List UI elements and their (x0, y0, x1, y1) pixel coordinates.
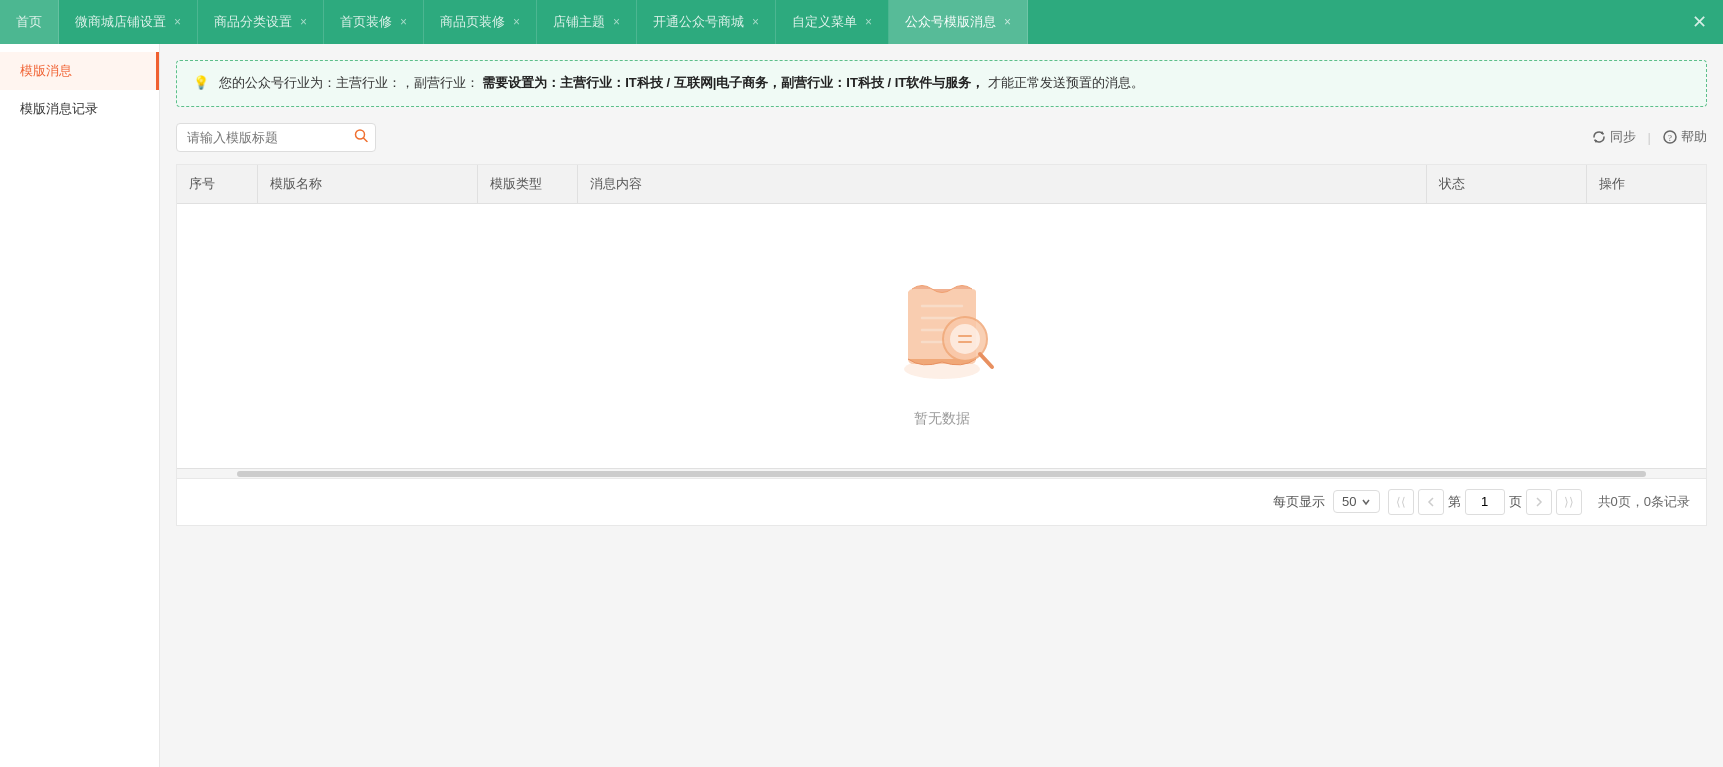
page-number-input[interactable] (1465, 489, 1505, 515)
notice-highlight: 需要设置为：主营行业：IT科技 / 互联网|电子商务，副营行业：IT科技 / I… (482, 75, 984, 90)
search-input-wrap (176, 123, 376, 152)
tab-close-icon[interactable]: × (865, 15, 872, 29)
page-size-label: 每页显示 (1273, 493, 1325, 511)
col-header-type: 模版类型 (477, 165, 577, 203)
chevron-left-icon (1427, 497, 1435, 507)
tab-close-icon[interactable]: × (1004, 15, 1011, 29)
tab-close-icon[interactable]: × (613, 15, 620, 29)
content-area: 💡 您的公众号行业为：主营行业：，副营行业： 需要设置为：主营行业：IT科技 /… (160, 44, 1723, 767)
tab-label: 首页装修 (340, 13, 392, 31)
tab-item-7[interactable]: 自定义菜单 × (776, 0, 889, 44)
svg-text:?: ? (1668, 133, 1672, 143)
tab-label: 商品页装修 (440, 13, 505, 31)
tab-item-8[interactable]: 公众号模版消息 × (889, 0, 1028, 44)
sidebar-item-1[interactable]: 模版消息记录 (0, 90, 159, 128)
tab-close-icon[interactable]: × (752, 15, 759, 29)
help-button[interactable]: ? 帮助 (1663, 128, 1707, 146)
page-prev-button[interactable] (1418, 489, 1444, 515)
search-left (176, 123, 376, 152)
scroll-thumb[interactable] (237, 471, 1646, 477)
pagination: 每页显示 50 ⟨⟨ 第 页 (177, 478, 1706, 525)
table-header: 序号 模版名称 模版类型 消息内容 状态 操作 (177, 165, 1706, 204)
page-size-select[interactable]: 50 (1333, 490, 1379, 513)
tab-label: 公众号模版消息 (905, 13, 996, 31)
tab-label: 店铺主题 (553, 13, 605, 31)
tab-label: 首页 (16, 13, 42, 31)
col-header-seq: 序号 (177, 165, 257, 203)
page-next-button[interactable] (1526, 489, 1552, 515)
notice-suffix: 才能正常发送预置的消息。 (988, 75, 1144, 90)
notice-box: 💡 您的公众号行业为：主营行业：，副营行业： 需要设置为：主营行业：IT科技 /… (176, 60, 1707, 107)
notice-icon: 💡 (193, 75, 209, 90)
sync-button[interactable]: 同步 (1592, 128, 1636, 146)
tab-bar: 首页微商城店铺设置×商品分类设置×首页装修×商品页装修×店铺主题×开通公众号商城… (0, 0, 1723, 44)
empty-text: 暂无数据 (914, 410, 970, 428)
tab-label: 开通公众号商城 (653, 13, 744, 31)
tab-item-1[interactable]: 微商城店铺设置 × (59, 0, 198, 44)
data-table: 序号 模版名称 模版类型 消息内容 状态 操作 (176, 164, 1707, 526)
tab-label: 商品分类设置 (214, 13, 292, 31)
tab-item-0[interactable]: 首页 (0, 0, 59, 44)
page-size-value: 50 (1342, 494, 1356, 509)
search-bar: 同步 | ? 帮助 (176, 123, 1707, 152)
page-first-button[interactable]: ⟨⟨ (1388, 489, 1414, 515)
notice-prefix: 您的公众号行业为：主营行业：，副营行业： (219, 75, 479, 90)
tab-label: 自定义菜单 (792, 13, 857, 31)
col-header-name: 模版名称 (257, 165, 477, 203)
tab-close-icon[interactable]: × (300, 15, 307, 29)
horizontal-scrollbar[interactable] (177, 468, 1706, 478)
page-unit: 页 (1509, 493, 1522, 511)
search-button[interactable] (354, 129, 368, 146)
toolbar-divider: | (1648, 130, 1651, 145)
tab-close-icon[interactable]: × (400, 15, 407, 29)
empty-illustration (872, 264, 1012, 394)
empty-state: 暂无数据 (177, 204, 1706, 468)
svg-line-1 (364, 138, 368, 142)
svg-line-11 (980, 354, 992, 367)
page-nav: ⟨⟨ 第 页 ⟩⟩ (1388, 489, 1582, 515)
page-label-di: 第 (1448, 493, 1461, 511)
col-header-action: 操作 (1586, 165, 1706, 203)
page-last-button[interactable]: ⟩⟩ (1556, 489, 1582, 515)
sync-label: 同步 (1610, 128, 1636, 146)
tab-close-icon[interactable]: × (513, 15, 520, 29)
tab-label: 微商城店铺设置 (75, 13, 166, 31)
search-input[interactable] (176, 123, 376, 152)
search-right: 同步 | ? 帮助 (1592, 128, 1707, 146)
sidebar: 模版消息模版消息记录 (0, 44, 160, 767)
tab-item-3[interactable]: 首页装修 × (324, 0, 424, 44)
page-total-text: 共0页，0条记录 (1598, 493, 1690, 511)
svg-point-10 (950, 324, 980, 354)
tab-item-2[interactable]: 商品分类设置 × (198, 0, 324, 44)
tab-item-6[interactable]: 开通公众号商城 × (637, 0, 776, 44)
main-layout: 模版消息模版消息记录 💡 您的公众号行业为：主营行业：，副营行业： 需要设置为：… (0, 44, 1723, 767)
chevron-down-icon (1361, 497, 1371, 507)
tab-item-5[interactable]: 店铺主题 × (537, 0, 637, 44)
sidebar-item-0[interactable]: 模版消息 (0, 52, 159, 90)
chevron-right-icon (1535, 497, 1543, 507)
help-icon: ? (1663, 130, 1677, 144)
help-label: 帮助 (1681, 128, 1707, 146)
col-header-status: 状态 (1426, 165, 1586, 203)
tab-close-icon[interactable]: × (174, 15, 181, 29)
tab-bar-close-button[interactable]: ✕ (1676, 11, 1723, 33)
sync-icon (1592, 130, 1606, 144)
col-header-content: 消息内容 (577, 165, 1426, 203)
tab-item-4[interactable]: 商品页装修 × (424, 0, 537, 44)
